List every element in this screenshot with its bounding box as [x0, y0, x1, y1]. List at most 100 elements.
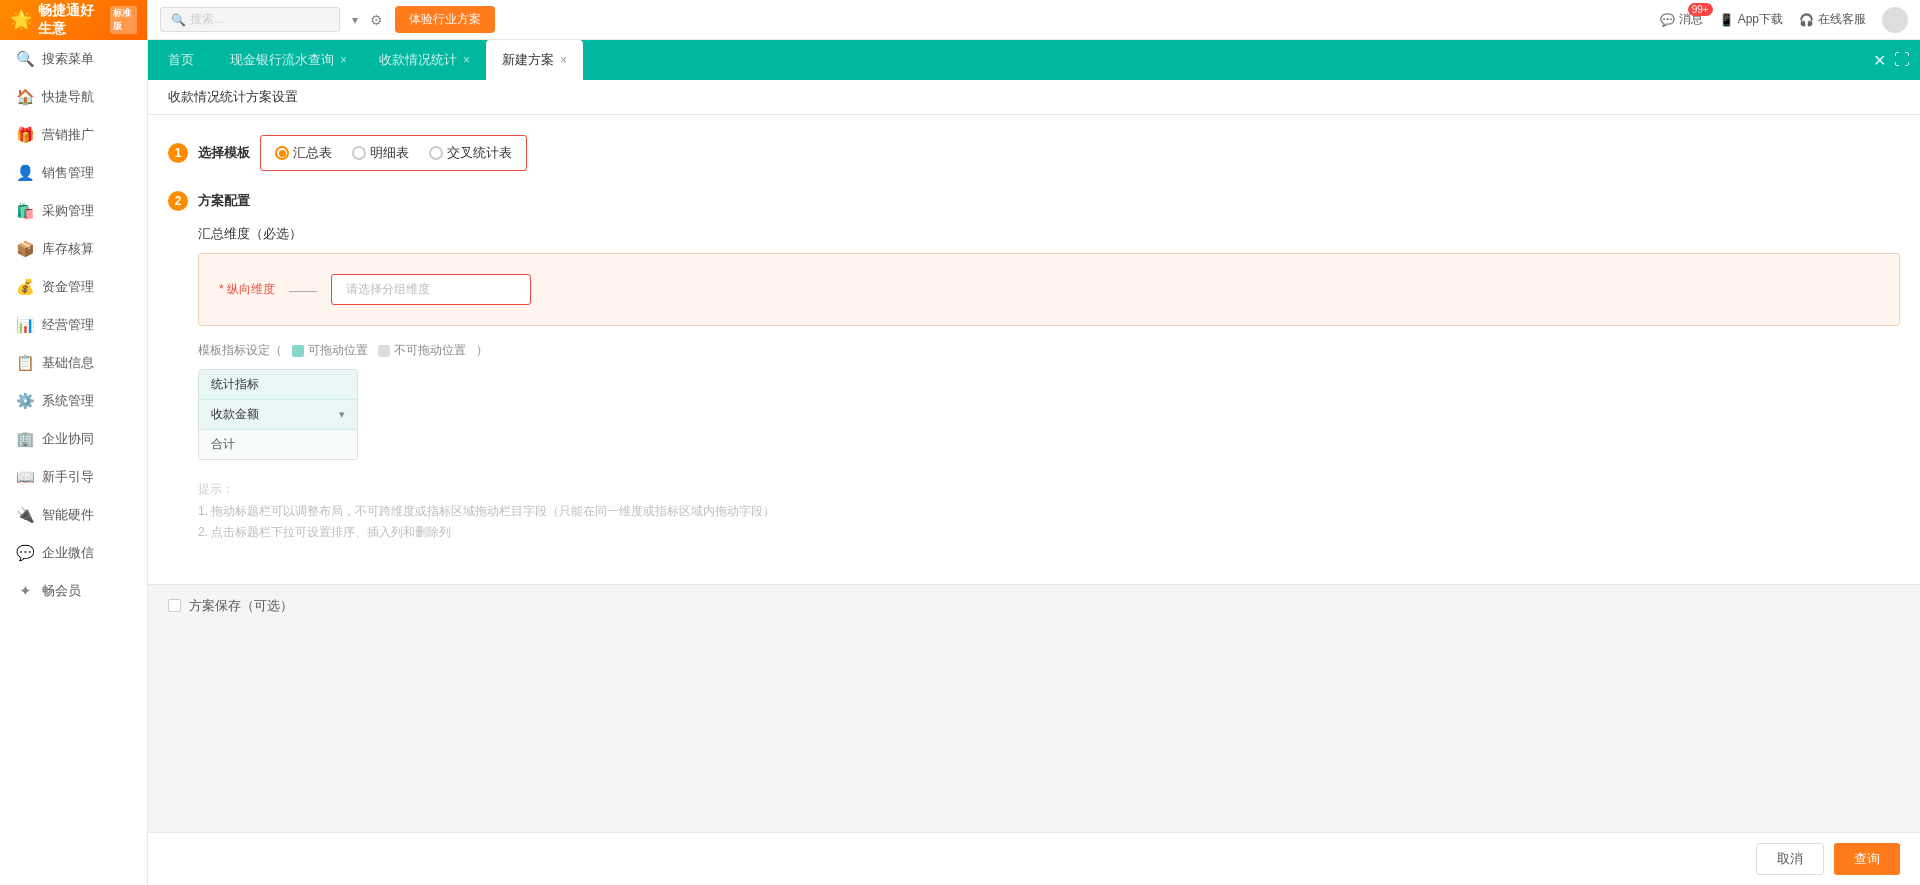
- user-avatar[interactable]: [1882, 7, 1908, 33]
- tab-label-receipt-stats: 收款情况统计: [379, 51, 457, 69]
- tab-close-new-plan[interactable]: ×: [560, 53, 567, 67]
- sidebar-label-enterprise: 企业协同: [42, 430, 94, 448]
- sidebar-label-finance: 资金管理: [42, 278, 94, 296]
- vertical-dimension-label: * 纵向维度: [219, 281, 275, 298]
- sidebar-label-sales: 销售管理: [42, 164, 94, 182]
- sidebar-item-system[interactable]: ⚙️系统管理: [0, 382, 147, 420]
- metrics-col-amount-label: 收款金额: [211, 406, 259, 423]
- draggable-legend: 可拖动位置: [292, 342, 368, 359]
- maximize-icon[interactable]: ⛶: [1894, 51, 1910, 69]
- sidebar-item-beginner[interactable]: 📖新手引导: [0, 458, 147, 496]
- trial-btn[interactable]: 体验行业方案: [395, 6, 495, 33]
- metrics-label-suffix: ）: [476, 342, 488, 359]
- sidebar-label-wechat: 企业微信: [42, 544, 94, 562]
- settings-icon[interactable]: ⚙: [370, 12, 383, 28]
- sidebar-item-marketing[interactable]: 🎁营销推广: [0, 116, 147, 154]
- main-content: 🔍 搜索... ▾ ⚙ 体验行业方案 💬 消息 99+ 📱 App下载 🎧 在线…: [148, 0, 1920, 885]
- service-icon: 🎧: [1799, 13, 1814, 27]
- arrow-icon: ——: [289, 282, 317, 298]
- tab-cash-flow[interactable]: 现金银行流水查询 ×: [214, 40, 363, 80]
- metrics-col-amount[interactable]: 收款金额 ▾: [199, 400, 357, 430]
- topbar-right: 💬 消息 99+ 📱 App下载 🎧 在线客服: [1660, 7, 1908, 33]
- sidebar-label-marketing: 营销推广: [42, 126, 94, 144]
- tabbar-actions: ✕ ⛶: [1863, 51, 1920, 70]
- vertical-dimension-row: * 纵向维度 —— 请选择分组维度: [219, 274, 1879, 305]
- tab-new-plan[interactable]: 新建方案×: [486, 40, 583, 80]
- search-placeholder: 搜索...: [190, 11, 224, 28]
- metrics-section: 模板指标设定（ 可拖动位置 不可拖动位置 ）: [198, 342, 1900, 463]
- save-checkbox[interactable]: [168, 599, 181, 612]
- sidebar-label-basic-info: 基础信息: [42, 354, 94, 372]
- dimension-select[interactable]: 请选择分组维度: [331, 274, 531, 305]
- tab-close-receipt-stats[interactable]: ×: [463, 53, 470, 67]
- dropdown-arrow-icon[interactable]: ▾: [352, 13, 358, 27]
- sidebar-item-operation[interactable]: 📊 经营管理: [0, 306, 147, 344]
- tab-label-cash-flow: 现金银行流水查询: [230, 51, 334, 69]
- content-area: 收款情况统计方案设置 1 选择模板 汇总表 明细表: [148, 80, 1920, 832]
- metrics-label-text: 模板指标设定（: [198, 342, 282, 359]
- radio-cross-circle: [429, 146, 443, 160]
- radio-summary-circle: [275, 146, 289, 160]
- sidebar-icon-basic-info: 📋: [16, 354, 34, 372]
- sidebar-item-enterprise[interactable]: 🏢 企业协同: [0, 420, 147, 458]
- sidebar-item-finance[interactable]: 💰资金管理: [0, 268, 147, 306]
- sidebar-item-quick-nav[interactable]: 🏠 快捷导航: [0, 78, 147, 116]
- message-count: 99+: [1688, 3, 1713, 16]
- draggable-label: 可拖动位置: [308, 342, 368, 359]
- tab-receipt-stats[interactable]: 收款情况统计 ×: [363, 40, 486, 80]
- logo-text: 畅捷通好生意: [38, 2, 104, 38]
- sidebar-item-purchase[interactable]: 🛍️采购管理: [0, 192, 147, 230]
- cancel-button[interactable]: 取消: [1756, 843, 1824, 875]
- logo-icon: 🌟: [10, 9, 32, 31]
- tab-home[interactable]: 首页: [148, 40, 214, 80]
- radio-cross[interactable]: 交叉统计表: [429, 144, 512, 162]
- radio-detail[interactable]: 明细表: [352, 144, 409, 162]
- service-label: 在线客服: [1818, 11, 1866, 28]
- metrics-legend: 模板指标设定（ 可拖动位置 不可拖动位置 ）: [198, 342, 1900, 359]
- sidebar-icon-system: ⚙️: [16, 392, 34, 410]
- sidebar-item-inventory[interactable]: 📦库存核算: [0, 230, 147, 268]
- sidebar-item-sales[interactable]: 👤销售管理: [0, 154, 147, 192]
- step1-title: 选择模板: [198, 144, 250, 162]
- sidebar-icon-quick-nav: 🏠: [16, 88, 34, 106]
- sidebar-label-inventory: 库存核算: [42, 240, 94, 258]
- col-dropdown-icon[interactable]: ▾: [339, 408, 345, 421]
- close-window-icon[interactable]: ✕: [1873, 51, 1886, 70]
- step1-section: 1 选择模板 汇总表 明细表 交叉统计表: [168, 135, 1900, 171]
- radio-summary[interactable]: 汇总表: [275, 144, 332, 162]
- sidebar-item-wechat[interactable]: 💬 企业微信: [0, 534, 147, 572]
- step1-num: 1: [168, 143, 188, 163]
- search-bar[interactable]: 🔍 搜索...: [160, 7, 340, 32]
- sidebar-icon-operation: 📊: [16, 316, 34, 334]
- sidebar-icon-enterprise: 🏢: [16, 430, 34, 448]
- save-section: 方案保存（可选）: [148, 584, 1920, 627]
- message-badge[interactable]: 💬 消息 99+: [1660, 11, 1703, 28]
- sidebar-icon-purchase: 🛍️: [16, 202, 34, 220]
- radio-cross-label: 交叉统计表: [447, 144, 512, 162]
- step2-section: 2 方案配置 汇总维度（必选） * 纵向维度 —— 请选择分组维度: [168, 191, 1900, 544]
- app-download[interactable]: 📱 App下载: [1719, 11, 1783, 28]
- template-radio-group: 汇总表 明细表 交叉统计表: [260, 135, 527, 171]
- topbar: 🔍 搜索... ▾ ⚙ 体验行业方案 💬 消息 99+ 📱 App下载 🎧 在线…: [148, 0, 1920, 40]
- tip-item-2: 2. 点击标题栏下拉可设置排序、插入列和删除列: [198, 522, 1900, 544]
- sidebar-label-operation: 经营管理: [42, 316, 94, 334]
- tabbar: 首页现金银行流水查询×收款情况统计×新建方案× ✕ ⛶: [148, 40, 1920, 80]
- app-icon: 📱: [1719, 13, 1734, 27]
- online-service[interactable]: 🎧 在线客服: [1799, 11, 1866, 28]
- page-title: 收款情况统计方案设置: [168, 89, 298, 104]
- tip-item-1: 1. 拖动标题栏可以调整布局，不可跨维度或指标区域拖动栏目字段（只能在同一维度或…: [198, 501, 1900, 523]
- tab-close-cash-flow[interactable]: ×: [340, 53, 347, 67]
- sidebar-label-member: 畅会员: [42, 582, 81, 600]
- sidebar-icon-wechat: 💬: [16, 544, 34, 562]
- fixed-dot: [378, 345, 390, 357]
- radio-detail-circle: [352, 146, 366, 160]
- tab-label-home: 首页: [168, 51, 194, 69]
- sidebar-item-search-menu[interactable]: 🔍搜索菜单: [0, 40, 147, 78]
- sidebar-item-member[interactable]: ✦畅会员: [0, 572, 147, 610]
- sidebar-label-smart-hw: 智能硬件: [42, 506, 94, 524]
- fixed-legend: 不可拖动位置: [378, 342, 466, 359]
- sidebar-label-quick-nav: 快捷导航: [42, 88, 94, 106]
- query-button[interactable]: 查询: [1834, 843, 1900, 875]
- sidebar-item-basic-info[interactable]: 📋 基础信息: [0, 344, 147, 382]
- sidebar-item-smart-hw[interactable]: 🔌智能硬件: [0, 496, 147, 534]
